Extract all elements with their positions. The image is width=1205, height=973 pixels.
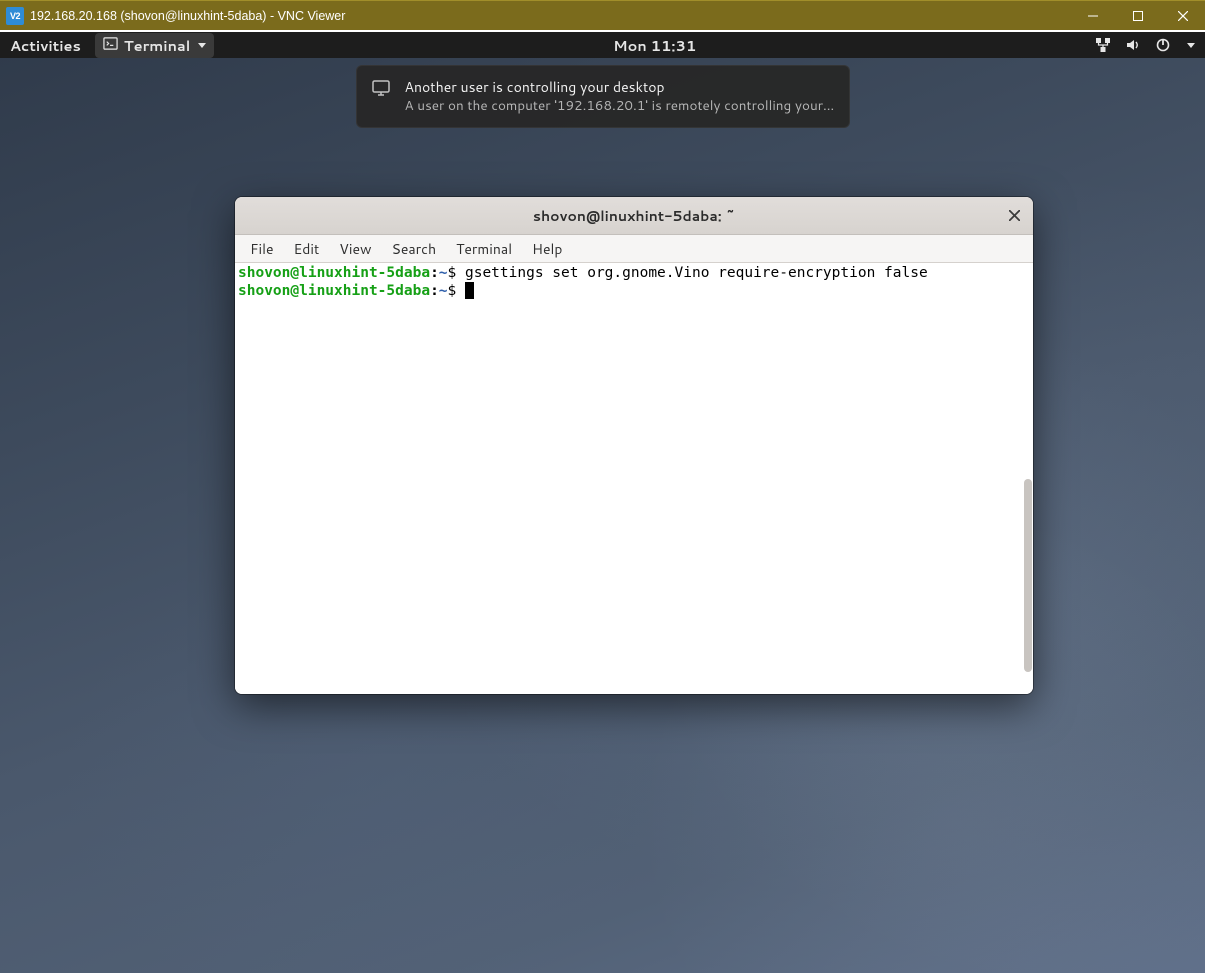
prompt-path: ~ [439,283,448,299]
menu-edit[interactable]: Edit [285,236,329,262]
menu-help[interactable]: Help [523,236,571,262]
terminal-close-button[interactable] [1005,207,1023,225]
notification-title: Another user is controlling your desktop [405,78,835,97]
terminal-title: shovon@linuxhint-5daba: ~ [533,206,735,226]
window-controls [1070,1,1205,30]
prompt-symbol: $ [448,265,457,281]
vnc-logo-icon: V2 [6,7,24,25]
chevron-down-icon [198,43,206,48]
terminal-menu-bar: File Edit View Search Terminal Help [235,235,1033,263]
network-icon [1095,37,1111,53]
power-icon [1155,37,1171,53]
terminal-cursor [465,282,474,299]
clock-button[interactable]: Mon 11:31 [613,35,696,56]
menu-terminal[interactable]: Terminal [447,236,521,262]
gnome-top-bar: Activities Terminal Mon 11:31 [0,30,1205,58]
menu-file[interactable]: File [241,236,283,262]
terminal-window: shovon@linuxhint-5daba: ~ File Edit View… [235,197,1033,694]
terminal-command-1 [456,283,465,299]
chevron-down-icon [1187,43,1195,48]
terminal-titlebar[interactable]: shovon@linuxhint-5daba: ~ [235,197,1033,235]
prompt-symbol: $ [448,283,457,299]
prompt-user: shovon@linuxhint-5daba [238,283,430,299]
terminal-icon [103,35,118,56]
screen-share-icon [371,78,391,115]
terminal-body[interactable]: shovon@linuxhint-5daba:~$ gsettings set … [235,263,1033,694]
notification-message: A user on the computer '192.168.20.1' is… [405,97,835,115]
gnome-desktop: Activities Terminal Mon 11:31 [0,30,1205,973]
app-menu-label: Terminal [124,35,190,56]
prompt-path: ~ [439,265,448,281]
close-button[interactable] [1160,1,1205,30]
terminal-command-0: gsettings set org.gnome.Vino require-enc… [456,265,927,281]
terminal-scrollbar[interactable] [1024,479,1032,673]
menu-search[interactable]: Search [383,236,446,262]
app-menu-button[interactable]: Terminal [95,33,214,58]
minimize-button[interactable] [1070,1,1115,30]
volume-icon [1125,37,1141,53]
prompt-user: shovon@linuxhint-5daba [238,265,430,281]
menu-view[interactable]: View [330,236,380,262]
vnc-window-title: 192.168.20.168 (shovon@linuxhint-5daba) … [30,9,1070,23]
notification-popup[interactable]: Another user is controlling your desktop… [356,65,850,128]
prompt-sep: : [430,283,439,299]
system-tray[interactable] [1095,37,1195,53]
maximize-button[interactable] [1115,1,1160,30]
activities-button[interactable]: Activities [10,35,81,56]
vnc-titlebar: V2 192.168.20.168 (shovon@linuxhint-5dab… [0,0,1205,30]
prompt-sep: : [430,265,439,281]
